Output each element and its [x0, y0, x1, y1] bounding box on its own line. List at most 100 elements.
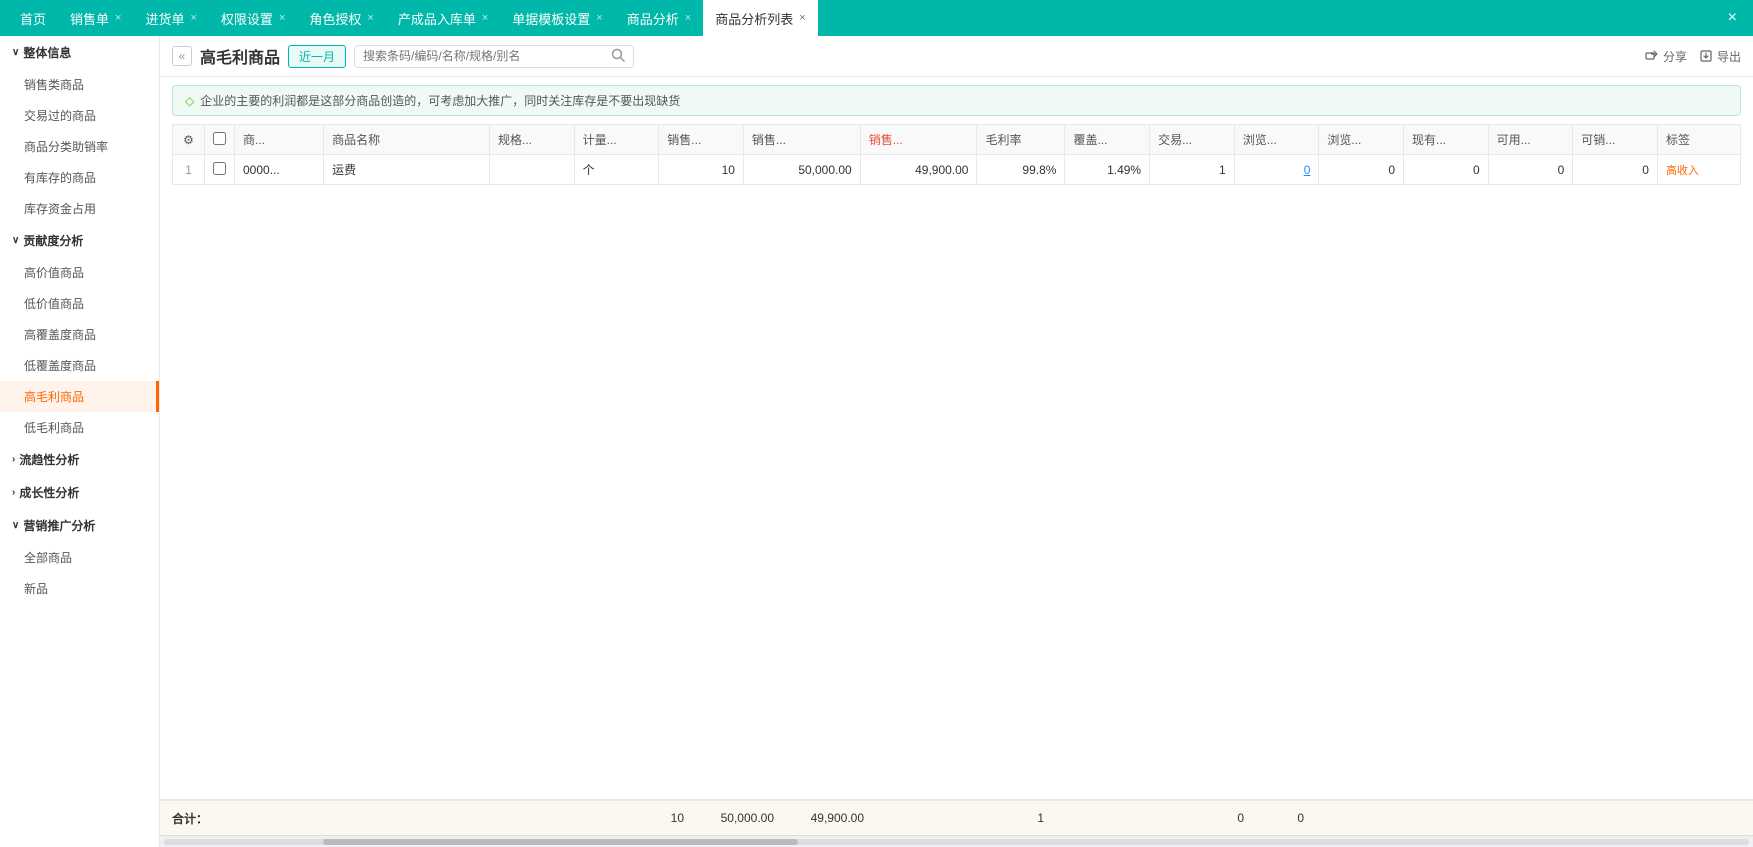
sidebar-item-low-margin[interactable]: 低毛利商品 [0, 412, 159, 443]
row-spec [490, 155, 575, 185]
select-all-checkbox[interactable] [213, 132, 226, 145]
sidebar-group-label-growth: 成长性分析 [19, 484, 79, 501]
row-checkbox[interactable] [205, 155, 235, 185]
sidebar-item-new-goods[interactable]: 新品 [0, 573, 159, 604]
nav-item-analysis-list[interactable]: 商品分析列表 × [703, 0, 817, 36]
close-all-button[interactable]: × [1720, 9, 1745, 27]
col-code[interactable]: 商... [235, 125, 324, 155]
nav-close-analysis-list[interactable]: × [799, 12, 805, 24]
nav-label-analysis-list: 商品分析列表 [715, 9, 793, 28]
sidebar-group-marketing[interactable]: ∨ 营销推广分析 [0, 509, 159, 542]
collapse-icon: « [179, 49, 186, 63]
sidebar-item-low-value[interactable]: 低价值商品 [0, 288, 159, 319]
col-gross-rate[interactable]: 毛利率 [977, 125, 1065, 155]
col-checkbox[interactable] [205, 125, 235, 155]
sidebar-item-stock-capital[interactable]: 库存资金占用 [0, 193, 159, 224]
row-sales-amount: 50,000.00 [743, 155, 860, 185]
nav-label-analysis: 商品分析 [627, 9, 679, 28]
arrow-trend: › [12, 454, 15, 465]
nav-item-purchase[interactable]: 进货单 × [133, 0, 208, 36]
page-title: 高毛利商品 [200, 44, 280, 68]
sidebar-group-label-trend: 流趋性分析 [19, 451, 79, 468]
sidebar-item-traded-goods[interactable]: 交易过的商品 [0, 100, 159, 131]
sidebar-item-high-margin[interactable]: 高毛利商品 [0, 381, 159, 412]
col-browse2[interactable]: 浏览... [1319, 125, 1404, 155]
nav-item-home[interactable]: 首页 [8, 0, 58, 36]
nav-item-instock[interactable]: 产成品入库单 × [386, 0, 500, 36]
col-sellable[interactable]: 可销... [1573, 125, 1658, 155]
nav-label-roles: 角色授权 [309, 9, 361, 28]
sidebar-group-trend[interactable]: › 流趋性分析 [0, 443, 159, 476]
col-coverage[interactable]: 覆盖... [1065, 125, 1150, 155]
nav-label-purchase: 进货单 [145, 9, 184, 28]
main-container: ∨ 整体信息 销售类商品 交易过的商品 商品分类助销率 有库存的商品 库存资金占… [0, 36, 1753, 847]
col-browse1[interactable]: 浏览... [1234, 125, 1319, 155]
sidebar-group-growth[interactable]: › 成长性分析 [0, 476, 159, 509]
col-spec[interactable]: 规格... [490, 125, 575, 155]
col-sales-qty[interactable]: 销售... [659, 125, 744, 155]
col-name[interactable]: 商品名称 [324, 125, 490, 155]
col-sales-amount[interactable]: 销售... [743, 125, 860, 155]
nav-item-analysis[interactable]: 商品分析 × [615, 0, 703, 36]
nav-item-sales[interactable]: 销售单 × [58, 0, 133, 36]
row-code: 0000... [235, 155, 324, 185]
row-coverage: 1.49% [1065, 155, 1150, 185]
col-available[interactable]: 可用... [1488, 125, 1573, 155]
info-text: 企业的主要的利润都是这部分商品创造的，可考虑加大推广，同时关注库存是不要出现缺货 [200, 92, 680, 109]
table-row: 1 0000... 运费 [173, 155, 1741, 185]
nav-close-analysis[interactable]: × [685, 12, 691, 24]
nav-close-purchase[interactable]: × [190, 12, 196, 24]
sidebar-group-contribution[interactable]: ∨ 贡献度分析 [0, 224, 159, 257]
nav-close-perms[interactable]: × [279, 12, 285, 24]
search-input[interactable] [363, 49, 607, 63]
sidebar-item-in-stock[interactable]: 有库存的商品 [0, 162, 159, 193]
info-icon: ◇ [185, 94, 194, 108]
arrow-overview: ∨ [12, 47, 19, 58]
arrow-growth: › [12, 487, 15, 498]
row-name: 运费 [324, 155, 490, 185]
row-trade: 1 [1150, 155, 1235, 185]
nav-item-roles[interactable]: 角色授权 × [297, 0, 385, 36]
col-current-stock[interactable]: 现有... [1404, 125, 1489, 155]
export-icon [1699, 49, 1713, 63]
nav-close-roles[interactable]: × [367, 12, 373, 24]
search-icon[interactable] [611, 48, 625, 65]
col-sales-profit[interactable]: 销售... [860, 125, 977, 155]
export-button[interactable]: 导出 [1699, 48, 1741, 65]
sidebar-group-label-contribution: 贡献度分析 [23, 232, 83, 249]
footer-sales-amount: 50,000.00 [692, 807, 782, 829]
arrow-marketing: ∨ [12, 520, 19, 531]
row-tag: 高收入 [1657, 155, 1740, 185]
col-unit[interactable]: 计量... [574, 125, 659, 155]
share-button[interactable]: 分享 [1645, 48, 1687, 65]
col-tag[interactable]: 标签 [1657, 125, 1740, 155]
nav-label-sales: 销售单 [70, 9, 109, 28]
sidebar-group-overview[interactable]: ∨ 整体信息 [0, 36, 159, 69]
sidebar-item-low-coverage[interactable]: 低覆盖度商品 [0, 350, 159, 381]
footer-sales-qty: 10 [632, 807, 692, 829]
sidebar-item-category-rate[interactable]: 商品分类助销率 [0, 131, 159, 162]
col-trade[interactable]: 交易... [1150, 125, 1235, 155]
sidebar-item-all-goods[interactable]: 全部商品 [0, 542, 159, 573]
sidebar-item-high-value[interactable]: 高价值商品 [0, 257, 159, 288]
nav-close-sales[interactable]: × [115, 12, 121, 24]
nav-label-home: 首页 [20, 9, 46, 28]
sidebar-item-sales-goods[interactable]: 销售类商品 [0, 69, 159, 100]
nav-label-perms: 权限设置 [221, 9, 273, 28]
nav-item-perms[interactable]: 权限设置 × [209, 0, 297, 36]
data-table: ⚙ 商... 商品名称 [172, 124, 1741, 185]
content-header: « 高毛利商品 近一月 [160, 36, 1753, 77]
col-settings[interactable]: ⚙ [173, 125, 205, 155]
share-label: 分享 [1663, 48, 1687, 65]
nav-close-instock[interactable]: × [482, 12, 488, 24]
time-filter-button[interactable]: 近一月 [288, 45, 346, 68]
table-footer: 合计： 10 50,000.00 49,900.00 1 0 0 [160, 799, 1753, 835]
scrollbar-thumb[interactable] [323, 839, 799, 845]
nav-item-template[interactable]: 单据模板设置 × [500, 0, 614, 36]
scrollbar-track [164, 839, 1749, 845]
sidebar-item-high-coverage[interactable]: 高覆盖度商品 [0, 319, 159, 350]
footer-current-stock: 0 [1172, 807, 1252, 829]
bottom-scrollbar[interactable] [160, 835, 1753, 847]
collapse-button[interactable]: « [172, 46, 192, 66]
nav-close-template[interactable]: × [596, 12, 602, 24]
